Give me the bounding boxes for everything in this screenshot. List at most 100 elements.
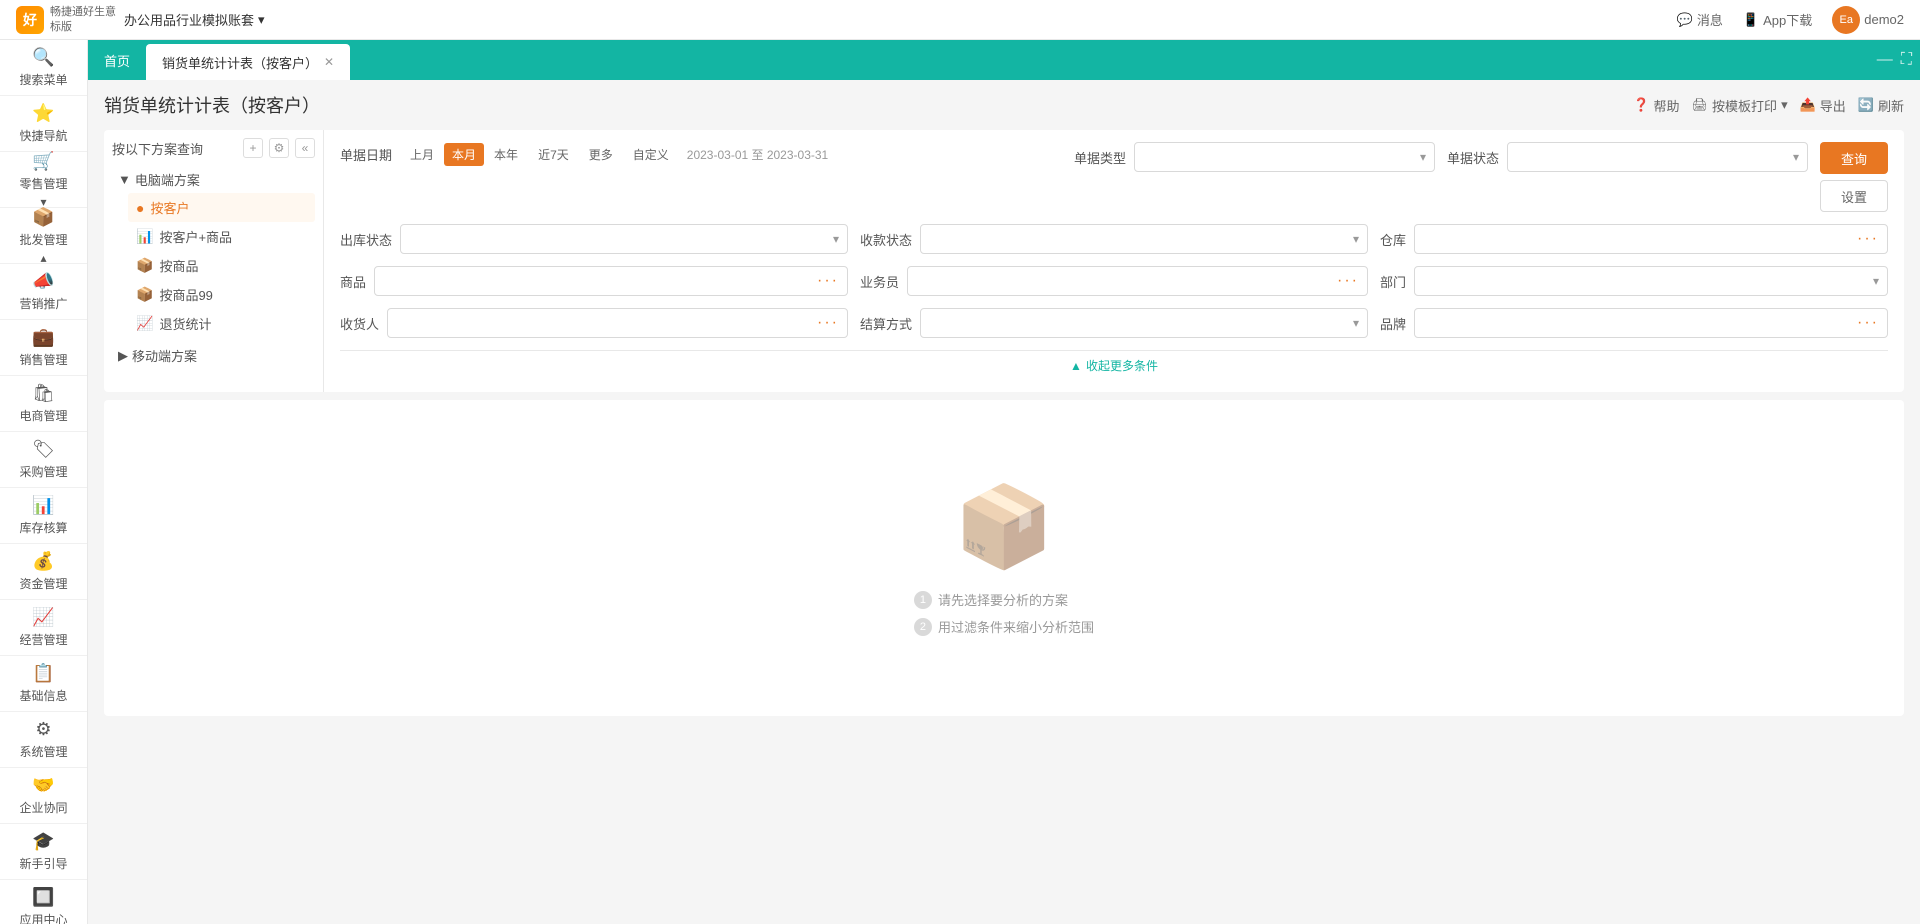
out-status-label: 出库状态 [340,230,392,249]
date-btn-last-month[interactable]: 上月 [400,142,444,167]
date-btn-7days[interactable]: 近7天 [528,142,579,167]
tab-sales-stats[interactable]: 销货单统计计表（按客户） ✕ [146,44,350,80]
tab-home[interactable]: 首页 [88,40,146,80]
inventory-icon: 📊 [32,495,54,516]
tab-close-icon[interactable]: ✕ [324,55,334,69]
order-type-control[interactable]: ▾ [1134,142,1435,172]
sales-icon: 💼 [32,327,54,348]
plan-section-mobile-label[interactable]: ▶ 移动端方案 [112,342,315,369]
dept-control[interactable]: ▾ [1414,266,1888,296]
date-btn-more[interactable]: 更多 [579,142,623,167]
message-btn[interactable]: 💬 消息 [1677,10,1723,29]
tab-bar: 首页 销货单统计计表（按客户） ✕ — ⛶ [88,40,1920,80]
print-btn[interactable]: 🖨 按模板打印 ▾ [1692,96,1788,115]
dept-arrow-icon: ▾ [1873,274,1879,288]
sidebar-item-search[interactable]: 🔍 搜索菜单 [0,40,87,96]
sidebar-item-system[interactable]: ⚙ 系统管理 [0,712,87,768]
sidebar-item-inventory-label: 库存核算 [19,519,67,536]
tab-minimize-btn[interactable]: — [1877,51,1893,69]
brand-control[interactable]: ··· [1414,308,1888,338]
wholesale-icon: 📦 [32,207,54,228]
sidebar-item-apps[interactable]: 🔲 应用中心 [0,880,87,924]
sidebar-item-sales[interactable]: 💼 销售管理 [0,320,87,376]
warehouse-control[interactable]: ··· [1414,224,1888,254]
return-stats-icon: 📈 [136,315,153,332]
sidebar-item-retail-label: 零售管理 [19,175,67,192]
collapse-up-icon: ▲ [1070,359,1082,373]
sidebar-item-ecommerce[interactable]: 🛍 电商管理 [0,376,87,432]
pay-status-filter: 收款状态 ▾ [860,224,1368,254]
settings-btn[interactable]: 设置 [1820,180,1888,212]
date-filter: 上月 本月 本年 近7天 更多 自定义 2023-03-01 至 2023-03… [400,142,828,167]
user-area[interactable]: Ea demo2 [1832,6,1904,34]
date-btn-custom[interactable]: 自定义 [623,142,679,167]
empty-state: 📦 1 请先选择要分析的方案 2 用过滤条件来缩小分析范围 [104,400,1904,716]
sidebar-item-operation[interactable]: 📈 经营管理 [0,600,87,656]
goods-control[interactable]: ··· [374,266,848,296]
salesperson-dots-icon: ··· [1337,272,1359,290]
date-btn-this-year[interactable]: 本年 [484,142,528,167]
top-title-dropdown[interactable]: 办公用品行业模拟账套 ▾ [124,10,265,29]
sidebar-item-finance[interactable]: 💰 资金管理 [0,544,87,600]
refresh-label: 刷新 [1878,96,1904,115]
plan-item-by-customer[interactable]: ● 按客户 [128,193,315,222]
order-status-control[interactable]: ▾ [1507,142,1808,172]
goods-filter: 商品 ··· [340,266,848,296]
tab-maximize-btn[interactable]: ⛶ [1901,51,1912,69]
apps-icon: 🔲 [32,887,54,908]
message-label: 消息 [1697,10,1723,29]
filter-layout: 按以下方案查询 + ⚙ « ▼ 电脑端方案 [104,130,1904,392]
plan-item-return-stats[interactable]: 📈 退货统计 [128,309,315,338]
shortcut-icon: ⭐ [32,103,54,124]
refresh-btn[interactable]: 🔄 刷新 [1858,96,1904,115]
help-btn[interactable]: ❓ 帮助 [1633,96,1679,115]
dept-filter: 部门 ▾ [1380,266,1888,296]
sidebar-item-retail[interactable]: 🛒 零售管理 ▾ [0,152,87,208]
section-arrow-icon: ▼ [118,172,131,187]
out-status-filter: 出库状态 ▾ [340,224,848,254]
hint-num-2: 2 [914,618,932,636]
plan-item-by-goods-99[interactable]: 📦 按商品99 [128,280,315,309]
collapse-label: 收起更多条件 [1086,357,1158,374]
sidebar-item-newbie[interactable]: 🎓 新手引导 [0,824,87,880]
consignee-control[interactable]: ··· [387,308,848,338]
plan-item-by-customer-goods[interactable]: 📊 按客户+商品 [128,222,315,251]
salesperson-control[interactable]: ··· [907,266,1368,296]
plan-item-return-stats-label: 退货统计 [159,314,211,333]
out-status-arrow-icon: ▾ [833,232,839,246]
sidebar-item-inventory[interactable]: 📊 库存核算 [0,488,87,544]
message-icon: 💬 [1677,12,1693,28]
sidebar-item-basic[interactable]: 📋 基础信息 [0,656,87,712]
settlement-filter: 结算方式 ▾ [860,308,1368,338]
brand-filter: 品牌 ··· [1380,308,1888,338]
plan-settings-btn[interactable]: ⚙ [269,138,289,158]
sidebar-item-marketing[interactable]: 📣 营销推广 [0,264,87,320]
pay-status-control[interactable]: ▾ [920,224,1368,254]
dropdown-arrow-icon: ▾ [258,12,265,28]
query-btn[interactable]: 查询 [1820,142,1888,174]
settlement-control[interactable]: ▾ [920,308,1368,338]
logo-area: 好 畅捷通好生意 标版 [16,5,116,34]
plan-panel-header: 按以下方案查询 + ⚙ « [112,138,315,158]
plan-item-by-customer-label: 按客户 [150,198,189,217]
export-btn[interactable]: 📤 导出 [1800,96,1846,115]
plan-item-by-goods[interactable]: 📦 按商品 [128,251,315,280]
plan-section-desktop-label[interactable]: ▼ 电脑端方案 [112,166,315,193]
tab-sales-stats-label: 销货单统计计表（按客户） [162,53,318,72]
sidebar-item-wholesale[interactable]: 📦 批发管理 ▴ [0,208,87,264]
plan-collapse-btn[interactable]: « [295,138,315,158]
sidebar-item-shortcut[interactable]: ⭐ 快捷导航 [0,96,87,152]
order-type-label: 单据类型 [1074,148,1126,167]
sidebar-item-purchase[interactable]: 🏷 采购管理 [0,432,87,488]
collapse-bar[interactable]: ▲ 收起更多条件 [340,350,1888,380]
order-status-arrow-icon: ▾ [1793,150,1799,164]
app-download-btn[interactable]: 📱 App下载 [1743,10,1812,29]
page-title: 销货单统计计表（按客户） [104,92,320,118]
system-icon: ⚙ [35,719,51,740]
sidebar-item-enterprise[interactable]: 🤝 企业协同 [0,768,87,824]
sidebar-item-basic-label: 基础信息 [19,687,67,704]
out-status-control[interactable]: ▾ [400,224,848,254]
settlement-label: 结算方式 [860,314,912,333]
plan-add-btn[interactable]: + [243,138,263,158]
date-btn-this-month[interactable]: 本月 [444,143,484,166]
